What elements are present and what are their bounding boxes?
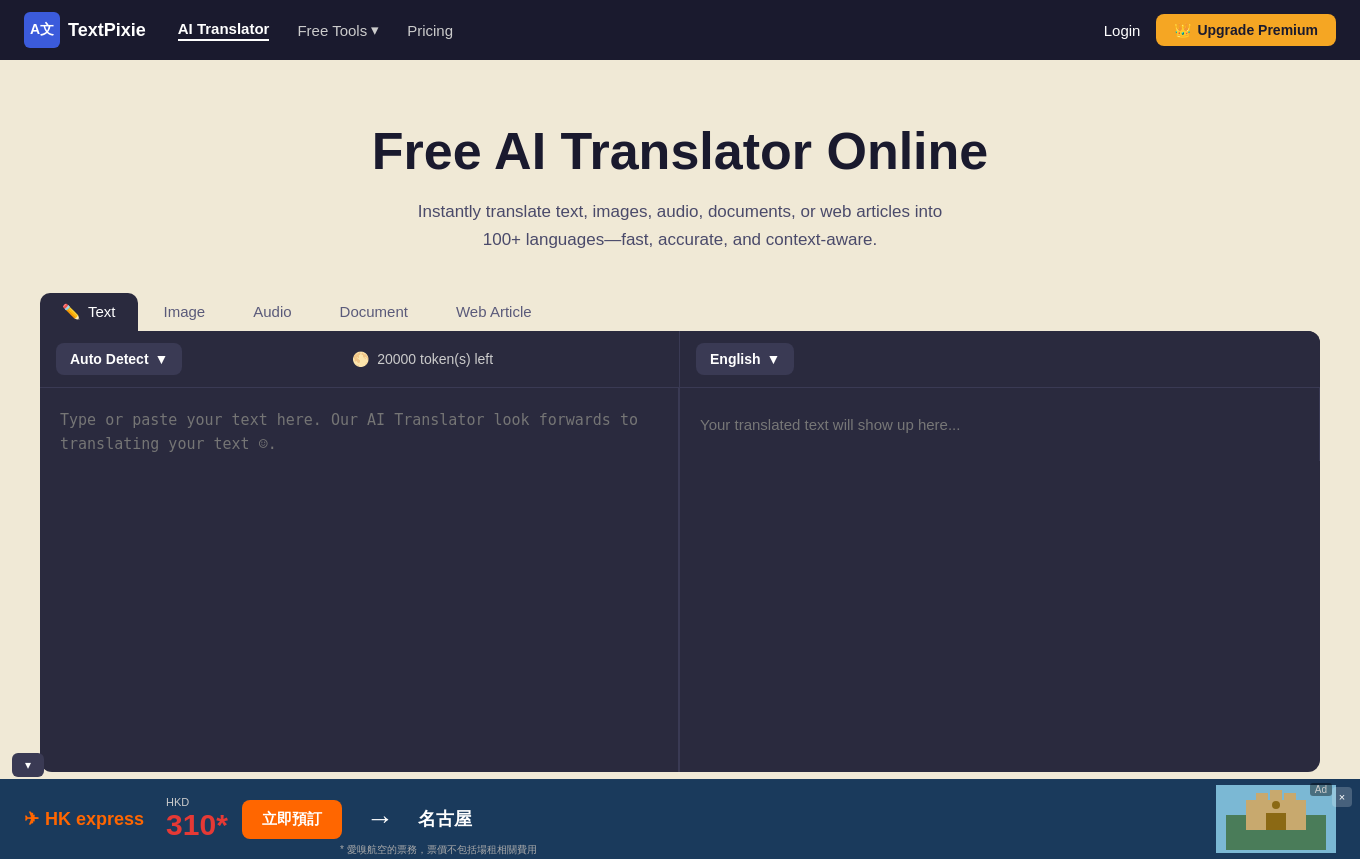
dropdown-icon: ▾ [371, 21, 379, 39]
logo[interactable]: A文 TextPixie [24, 12, 146, 48]
target-panel: Your translated text will show up here..… [680, 388, 1320, 461]
target-lang-selector[interactable]: English ▼ [696, 343, 794, 375]
chevron-down-icon: ▼ [155, 351, 169, 367]
translator-container: ✏️ Text Image Audio Document Web Article… [20, 293, 1340, 772]
upgrade-button[interactable]: 👑 Upgrade Premium [1156, 14, 1336, 46]
nav-right: Login 👑 Upgrade Premium [1104, 14, 1336, 46]
source-panel [40, 388, 679, 772]
target-section: English ▼ Your translated text will show… [680, 331, 1320, 772]
target-output: Your translated text will show up here..… [700, 408, 1299, 441]
login-button[interactable]: Login [1104, 22, 1141, 39]
hero-title: Free AI Translator Online [24, 120, 1336, 182]
pencil-icon: ✏️ [62, 303, 81, 321]
token-info: 🌕 20000 token(s) left [352, 351, 493, 367]
crown-icon: 👑 [1174, 22, 1191, 38]
tab-image[interactable]: Image [142, 293, 228, 330]
tab-document[interactable]: Document [318, 293, 430, 330]
source-bar: Auto Detect ▼ 🌕 20000 token(s) left [40, 331, 679, 388]
collapse-button[interactable]: ▾ [12, 753, 44, 772]
navbar: A文 TextPixie AI Translator Free Tools ▾ … [0, 0, 1360, 60]
logo-icon: A文 [24, 12, 60, 48]
nav-links: AI Translator Free Tools ▾ Pricing [178, 20, 1072, 41]
logo-text: TextPixie [68, 20, 146, 41]
chevron-down-icon: ▾ [25, 758, 31, 772]
nav-pricing[interactable]: Pricing [407, 22, 453, 39]
hero-subtitle: Instantly translate text, images, audio,… [24, 198, 1336, 252]
coin-icon: 🌕 [352, 351, 369, 367]
nav-free-tools[interactable]: Free Tools ▾ [297, 21, 379, 39]
source-section: Auto Detect ▼ 🌕 20000 token(s) left [40, 331, 680, 772]
tab-web-article[interactable]: Web Article [434, 293, 554, 330]
tab-text[interactable]: ✏️ Text [40, 293, 138, 331]
nav-ai-translator[interactable]: AI Translator [178, 20, 270, 41]
target-bar: English ▼ [680, 331, 1320, 388]
tab-bar: ✏️ Text Image Audio Document Web Article [40, 293, 1320, 331]
hero-section: Free AI Translator Online Instantly tran… [0, 60, 1360, 293]
source-textarea[interactable] [60, 408, 658, 748]
translator-panel: Auto Detect ▼ 🌕 20000 token(s) left [40, 331, 1320, 772]
tab-audio[interactable]: Audio [231, 293, 313, 330]
chevron-down-icon: ▼ [767, 351, 781, 367]
source-lang-selector[interactable]: Auto Detect ▼ [56, 343, 182, 375]
